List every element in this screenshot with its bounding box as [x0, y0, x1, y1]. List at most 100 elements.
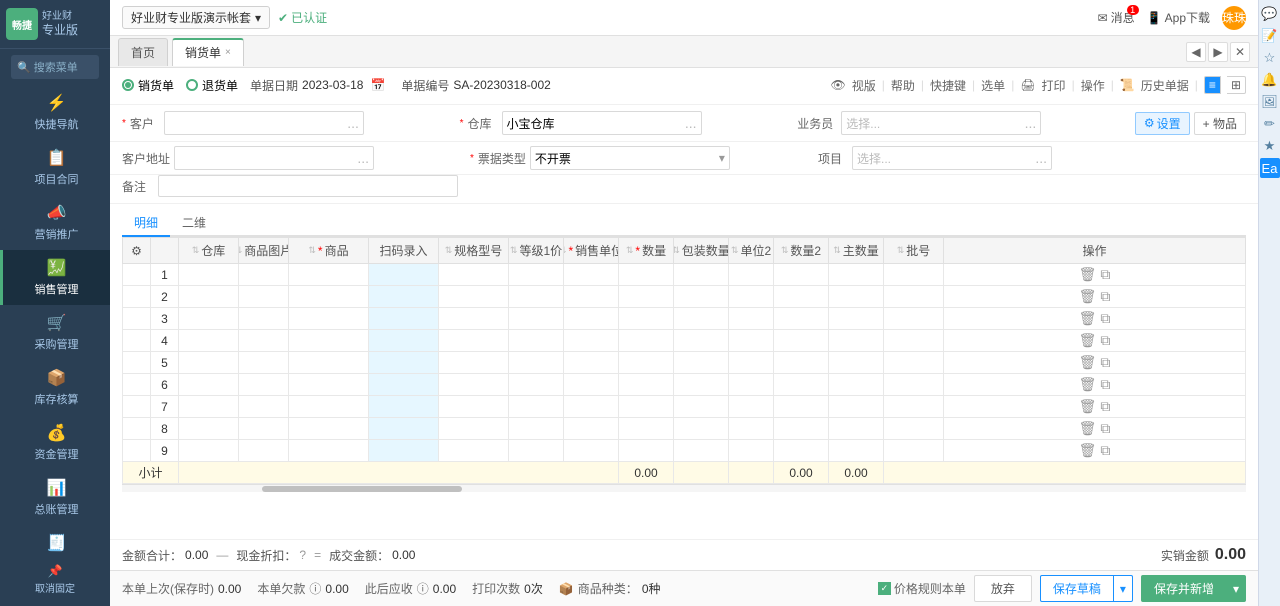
row-copy-btn[interactable]: ⧉	[1100, 442, 1110, 459]
row-img-cell[interactable]	[239, 396, 289, 418]
save-draft-dropdown-btn[interactable]: ▾	[1114, 575, 1133, 602]
row-unit2-cell[interactable]	[729, 396, 774, 418]
row-goods-cell[interactable]	[289, 396, 369, 418]
toolbar-print-label[interactable]: 打印	[1042, 77, 1066, 94]
row-img-cell[interactable]	[239, 374, 289, 396]
table-tab-2d[interactable]: 二维	[170, 210, 218, 237]
tab-prev-btn[interactable]: ◀	[1186, 42, 1206, 62]
user-profile-btn[interactable]: 珠珠	[1222, 6, 1246, 30]
row-price-cell[interactable]	[509, 286, 564, 308]
row-copy-btn[interactable]: ⧉	[1100, 332, 1110, 349]
row-batch-cell[interactable]	[884, 440, 944, 462]
sidebar-item-project[interactable]: 📋 项目合同	[0, 140, 110, 195]
row-qty2-cell[interactable]	[774, 396, 829, 418]
scroll-thumb[interactable]	[262, 486, 462, 492]
row-sell-unit-cell[interactable]	[564, 352, 619, 374]
price-check-checkbox[interactable]: 价格规则本单	[878, 580, 966, 597]
toolbar-help-label[interactable]: 帮助	[891, 77, 915, 94]
sidebar-item-invoice[interactable]: 🧾 发票管理	[0, 525, 110, 553]
toolbar-select-label[interactable]: 选单	[981, 77, 1005, 94]
row-delete-btn[interactable]: 🗑	[1079, 398, 1097, 415]
rt-btn-chat[interactable]: 💬	[1260, 4, 1280, 24]
row-spec-cell[interactable]	[439, 308, 509, 330]
row-qty-cell[interactable]	[619, 396, 674, 418]
row-warehouse-cell[interactable]	[179, 264, 239, 286]
warehouse-input[interactable]: 小宝仓库 ...	[502, 111, 702, 135]
rt-btn-image[interactable]: 🖼	[1260, 92, 1280, 112]
rt-btn-active[interactable]: Ea	[1260, 158, 1280, 178]
company-selector[interactable]: 好业财专业版演示帐套 ▾	[122, 6, 270, 29]
row-main-qty-cell[interactable]	[829, 264, 884, 286]
row-scan-cell[interactable]	[369, 308, 439, 330]
row-sell-unit-cell[interactable]	[564, 440, 619, 462]
row-copy-btn[interactable]: ⧉	[1100, 376, 1110, 393]
row-batch-cell[interactable]	[884, 396, 944, 418]
sidebar-item-marketing[interactable]: 📣 营销推广	[0, 195, 110, 250]
row-price-cell[interactable]	[509, 374, 564, 396]
row-pack-qty-cell[interactable]	[674, 286, 729, 308]
row-copy-btn[interactable]: ⧉	[1100, 288, 1110, 305]
view-toggle-1[interactable]: ≡	[1204, 76, 1221, 94]
tab-home[interactable]: 首页	[118, 38, 168, 66]
row-batch-cell[interactable]	[884, 286, 944, 308]
th-scan-input[interactable]: 扫码录入	[369, 238, 439, 264]
row-qty-cell[interactable]	[619, 308, 674, 330]
th-spec[interactable]: ⇅ 规格型号	[439, 238, 509, 264]
row-pack-qty-cell[interactable]	[674, 308, 729, 330]
row-spec-cell[interactable]	[439, 440, 509, 462]
row-sell-unit-cell[interactable]	[564, 264, 619, 286]
row-main-qty-cell[interactable]	[829, 418, 884, 440]
sidebar-item-quick-nav[interactable]: ⚡ 快捷导航	[0, 85, 110, 140]
row-warehouse-cell[interactable]	[179, 440, 239, 462]
row-sell-unit-cell[interactable]	[564, 308, 619, 330]
app-download-btn[interactable]: 📱 App下载	[1147, 9, 1210, 26]
sidebar-search[interactable]: 🔍 搜索菜单	[11, 55, 99, 79]
row-qty2-cell[interactable]	[774, 330, 829, 352]
row-delete-btn[interactable]: 🗑	[1079, 442, 1097, 459]
row-batch-cell[interactable]	[884, 308, 944, 330]
row-warehouse-cell[interactable]	[179, 330, 239, 352]
row-qty2-cell[interactable]	[774, 418, 829, 440]
row-img-cell[interactable]	[239, 286, 289, 308]
help-icon[interactable]: ?	[299, 548, 306, 562]
row-spec-cell[interactable]	[439, 330, 509, 352]
th-main-qty[interactable]: ⇅ 主数量	[829, 238, 884, 264]
toolbar-view-label[interactable]: 视版	[852, 77, 876, 94]
row-scan-cell[interactable]	[369, 264, 439, 286]
row-sell-unit-cell[interactable]	[564, 286, 619, 308]
radio-sale[interactable]: 销货单	[122, 77, 174, 94]
row-sell-unit-cell[interactable]	[564, 396, 619, 418]
row-copy-btn[interactable]: ⧉	[1100, 266, 1110, 283]
calendar-icon[interactable]: 📅	[370, 78, 385, 92]
row-scan-cell[interactable]	[369, 330, 439, 352]
row-qty-cell[interactable]	[619, 330, 674, 352]
th-qty2[interactable]: ⇅ 数量2	[774, 238, 829, 264]
row-batch-cell[interactable]	[884, 352, 944, 374]
th-qty[interactable]: ⇅ * 数量	[619, 238, 674, 264]
row-pack-qty-cell[interactable]	[674, 374, 729, 396]
tab-sale-order[interactable]: 销货单 ×	[172, 38, 244, 66]
salesman-input[interactable]: 选择... ...	[841, 111, 1041, 135]
row-qty-cell[interactable]	[619, 440, 674, 462]
row-spec-cell[interactable]	[439, 286, 509, 308]
row-scan-cell[interactable]	[369, 396, 439, 418]
row-unit2-cell[interactable]	[729, 440, 774, 462]
row-img-cell[interactable]	[239, 352, 289, 374]
row-price-cell[interactable]	[509, 264, 564, 286]
th-settings[interactable]: ⚙	[123, 238, 151, 264]
row-copy-btn[interactable]: ⧉	[1100, 420, 1110, 437]
row-goods-cell[interactable]	[289, 308, 369, 330]
row-pack-qty-cell[interactable]	[674, 264, 729, 286]
row-price-cell[interactable]	[509, 308, 564, 330]
th-batch[interactable]: ⇅ 批号	[884, 238, 944, 264]
horizontal-scrollbar[interactable]	[122, 484, 1246, 492]
row-qty2-cell[interactable]	[774, 352, 829, 374]
row-copy-btn[interactable]: ⧉	[1100, 354, 1110, 371]
toolbar-shortcut-label[interactable]: 快捷键	[930, 77, 966, 94]
row-pack-qty-cell[interactable]	[674, 418, 729, 440]
tab-close-btn[interactable]: ×	[225, 47, 231, 58]
row-qty2-cell[interactable]	[774, 264, 829, 286]
row-pack-qty-cell[interactable]	[674, 396, 729, 418]
row-spec-cell[interactable]	[439, 264, 509, 286]
row-img-cell[interactable]	[239, 330, 289, 352]
